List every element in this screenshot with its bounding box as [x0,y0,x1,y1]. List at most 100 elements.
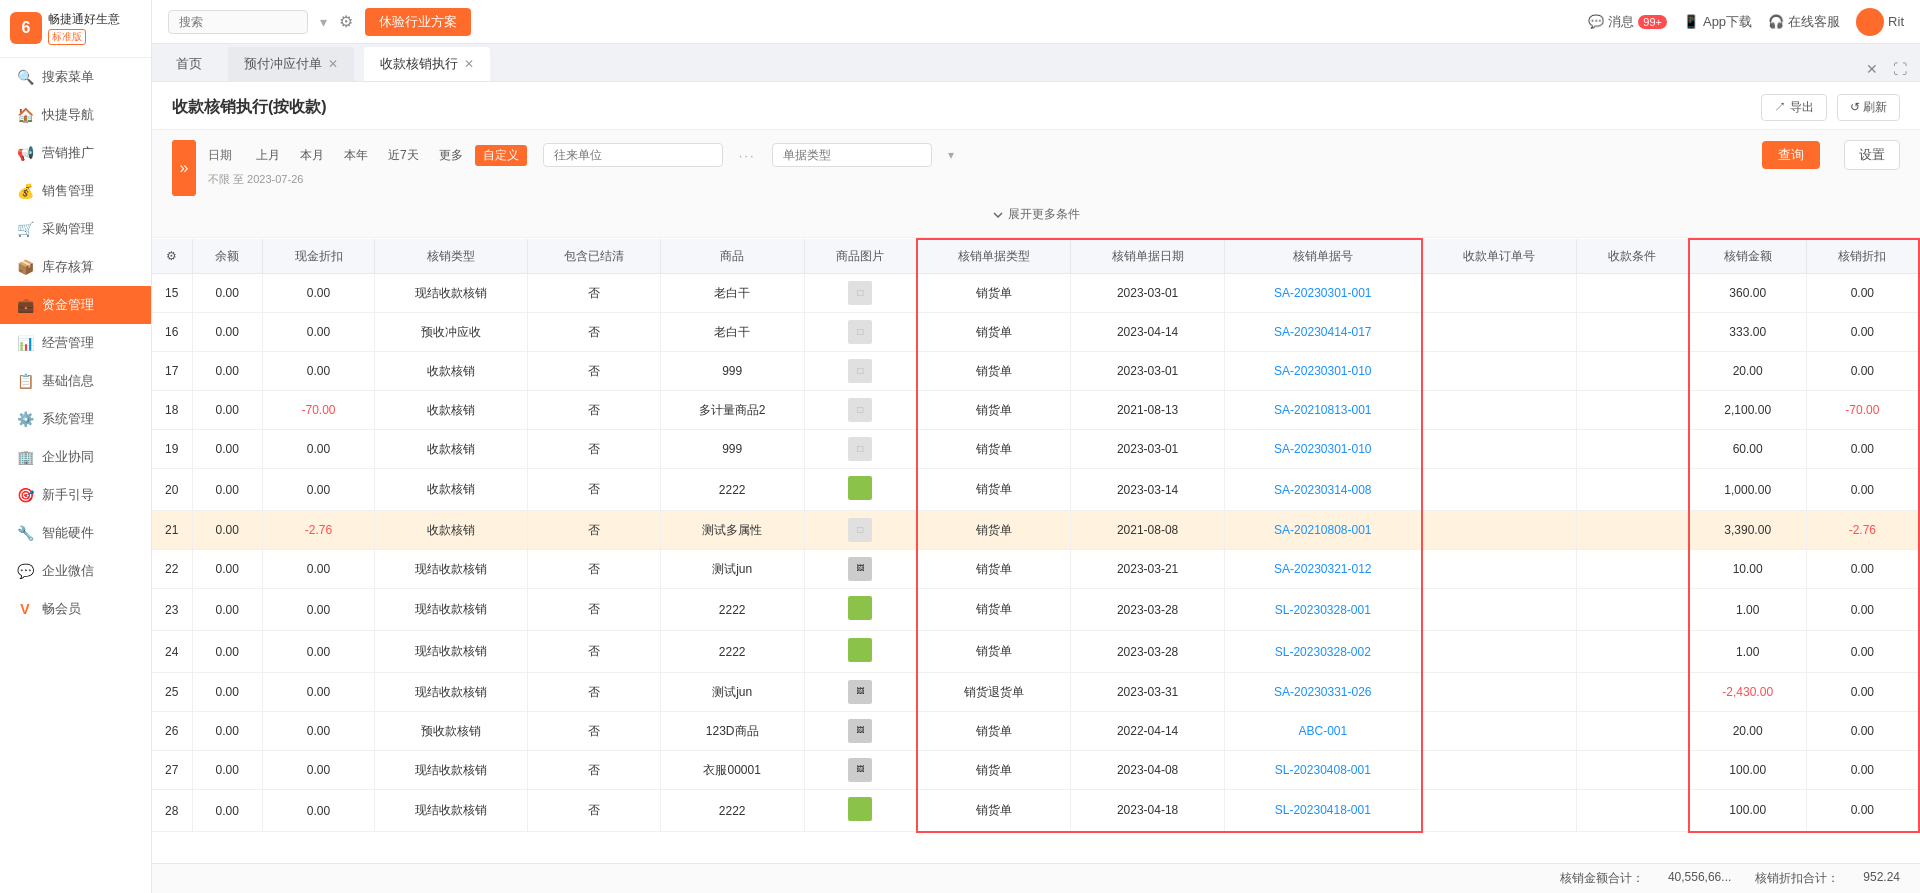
cell-product: 2222 [660,589,804,631]
cell-cancel-bill-no[interactable]: SL-20230328-001 [1224,589,1422,631]
cell-receipt-condition [1576,550,1689,589]
cell-cancel-discount: 0.00 [1806,673,1919,712]
last-7-days-btn[interactable]: 近7天 [380,145,427,166]
custom-date-btn[interactable]: 自定义 [475,145,527,166]
cell-cancel-discount: 0.00 [1806,751,1919,790]
table-row[interactable]: 22 0.00 0.00 现结收款核销 否 测试jun 🖼 销货单 2023-0… [152,550,1919,589]
more-date-btn[interactable]: 更多 [431,145,471,166]
cell-product-image: □ [804,352,917,391]
sidebar-item-purchase[interactable]: 🛒 采购管理 [0,210,151,248]
cell-cancel-bill-no[interactable]: SA-20210808-001 [1224,511,1422,550]
close-tab-button[interactable]: ✕ [1860,57,1884,81]
table-row[interactable]: 15 0.00 0.00 现结收款核销 否 老白干 □ 销货单 2023-03-… [152,274,1919,313]
chevron-down-icon[interactable]: ▾ [320,14,327,30]
cell-cancel-bill-date: 2023-04-14 [1071,313,1224,352]
last-month-btn[interactable]: 上月 [248,145,288,166]
cell-cancel-type: 现结收款核销 [374,550,527,589]
sidebar-item-marketing[interactable]: 📢 营销推广 [0,134,151,172]
table-row[interactable]: 21 0.00 -2.76 收款核销 否 测试多属性 □ 销货单 2021-08… [152,511,1919,550]
this-year-btn[interactable]: 本年 [336,145,376,166]
cell-cancel-bill-no[interactable]: SA-20210813-001 [1224,391,1422,430]
cell-cancel-bill-no[interactable]: SA-20230331-026 [1224,673,1422,712]
industry-solution-button[interactable]: 休验行业方案 [365,8,471,36]
settings-button[interactable]: 设置 [1844,140,1900,170]
sidebar-item-finance[interactable]: 💼 资金管理 [0,286,151,324]
sidebar-item-sales[interactable]: 💰 销售管理 [0,172,151,210]
cell-balance: 0.00 [192,550,263,589]
table-row[interactable]: 23 0.00 0.00 现结收款核销 否 2222 销货单 2023-03-2… [152,589,1919,631]
cell-cancel-bill-no[interactable]: SL-20230328-002 [1224,631,1422,673]
cell-cancel-bill-no[interactable]: SA-20230301-010 [1224,352,1422,391]
operations-icon: 📊 [16,334,34,352]
table-row[interactable]: 20 0.00 0.00 收款核销 否 2222 销货单 2023-03-14 … [152,469,1919,511]
cell-cancel-bill-type: 销货退货单 [917,673,1071,712]
col-receipt-condition: 收款条件 [1576,239,1689,274]
table-row[interactable]: 18 0.00 -70.00 收款核销 否 多计量商品2 □ 销货单 2021-… [152,391,1919,430]
cell-product: 999 [660,352,804,391]
this-month-btn[interactable]: 本月 [292,145,332,166]
cell-cancel-amount: 100.00 [1689,751,1806,790]
cell-cancel-bill-no[interactable]: SA-20230301-010 [1224,430,1422,469]
cell-cancel-bill-no[interactable]: SL-20230408-001 [1224,751,1422,790]
export-button[interactable]: ↗ 导出 [1761,94,1826,121]
cell-product: 2222 [660,469,804,511]
table-row[interactable]: 28 0.00 0.00 现结收款核销 否 2222 销货单 2023-04-1… [152,790,1919,832]
tab-receipt[interactable]: 收款核销执行 ✕ [364,47,490,81]
sidebar-item-system[interactable]: ⚙️ 系统管理 [0,400,151,438]
search-input[interactable] [168,10,308,34]
messages-btn[interactable]: 💬 消息 99+ [1588,13,1667,31]
user-avatar[interactable]: Rit [1856,8,1904,36]
cell-cancel-bill-no[interactable]: SL-20230418-001 [1224,790,1422,832]
online-service-btn[interactable]: 🎧 在线客服 [1768,13,1840,31]
cell-cancel-amount: 3,390.00 [1689,511,1806,550]
cell-cancel-bill-no[interactable]: ABC-001 [1224,712,1422,751]
app-download-btn[interactable]: 📱 App下载 [1683,13,1752,31]
cell-cancel-type: 预收款核销 [374,712,527,751]
table-row[interactable]: 17 0.00 0.00 收款核销 否 999 □ 销货单 2023-03-01… [152,352,1919,391]
sidebar-item-inventory[interactable]: 📦 库存核算 [0,248,151,286]
tab-prepaid[interactable]: 预付冲应付单 ✕ [228,47,354,81]
table-row[interactable]: 24 0.00 0.00 现结收款核销 否 2222 销货单 2023-03-2… [152,631,1919,673]
sidebar-item-enterprise[interactable]: 🏢 企业协同 [0,438,151,476]
cell-cancel-bill-date: 2023-03-01 [1071,352,1224,391]
bill-type-filter[interactable] [772,143,932,167]
gear-icon[interactable]: ⚙ [339,12,353,31]
bill-type-arrow: ▾ [948,148,954,162]
cell-cancel-amount: 100.00 [1689,790,1806,832]
customer-filter-input[interactable] [543,143,723,167]
cell-cancel-bill-no[interactable]: SA-20230301-001 [1224,274,1422,313]
cell-cancel-bill-no[interactable]: SA-20230321-012 [1224,550,1422,589]
tab-receipt-close[interactable]: ✕ [464,57,474,71]
message-icon: 💬 [1588,14,1604,29]
sidebar-item-wechat[interactable]: 💬 企业微信 [0,552,151,590]
table-row[interactable]: 27 0.00 0.00 现结收款核销 否 衣服00001 🖼 销货单 2023… [152,751,1919,790]
tab-home[interactable]: 首页 [160,47,218,81]
refresh-button[interactable]: ↺ 刷新 [1837,94,1900,121]
table-row[interactable]: 26 0.00 0.00 预收款核销 否 123D商品 🖼 销货单 2022-0… [152,712,1919,751]
sidebar-item-operations[interactable]: 📊 经营管理 [0,324,151,362]
filter-toggle-button[interactable]: » [172,140,196,196]
cell-receipt-condition [1576,352,1689,391]
sidebar-item-quicknav[interactable]: 🏠 快捷导航 [0,96,151,134]
cell-cancel-bill-no[interactable]: SA-20230414-017 [1224,313,1422,352]
sidebar-item-search[interactable]: 🔍 搜索菜单 [0,58,151,96]
cell-cancel-bill-date: 2023-04-18 [1071,790,1224,832]
expand-conditions-button[interactable]: 展开更多条件 [172,202,1900,227]
sidebar-item-guide[interactable]: 🎯 新手引导 [0,476,151,514]
sidebar-item-base[interactable]: 📋 基础信息 [0,362,151,400]
sidebar-item-label: 搜索菜单 [42,68,94,86]
finance-icon: 💼 [16,296,34,314]
cell-cancel-bill-no[interactable]: SA-20230314-008 [1224,469,1422,511]
sidebar-item-label: 企业微信 [42,562,94,580]
maximize-tab-button[interactable]: ⛶ [1888,57,1912,81]
cell-cancel-amount: 1,000.00 [1689,469,1806,511]
sidebar-item-hardware[interactable]: 🔧 智能硬件 [0,514,151,552]
table-row[interactable]: 25 0.00 0.00 现结收款核销 否 测试jun 🖼 销货退货单 2023… [152,673,1919,712]
table-row[interactable]: 16 0.00 0.00 预收冲应收 否 老白干 □ 销货单 2023-04-1… [152,313,1919,352]
table-row[interactable]: 19 0.00 0.00 收款核销 否 999 □ 销货单 2023-03-01… [152,430,1919,469]
cell-include-closed: 否 [528,550,661,589]
tab-prepaid-close[interactable]: ✕ [328,57,338,71]
col-settings[interactable]: ⚙ [152,239,192,274]
sidebar-item-member[interactable]: V 畅会员 [0,590,151,628]
query-button[interactable]: 查询 [1762,141,1820,169]
